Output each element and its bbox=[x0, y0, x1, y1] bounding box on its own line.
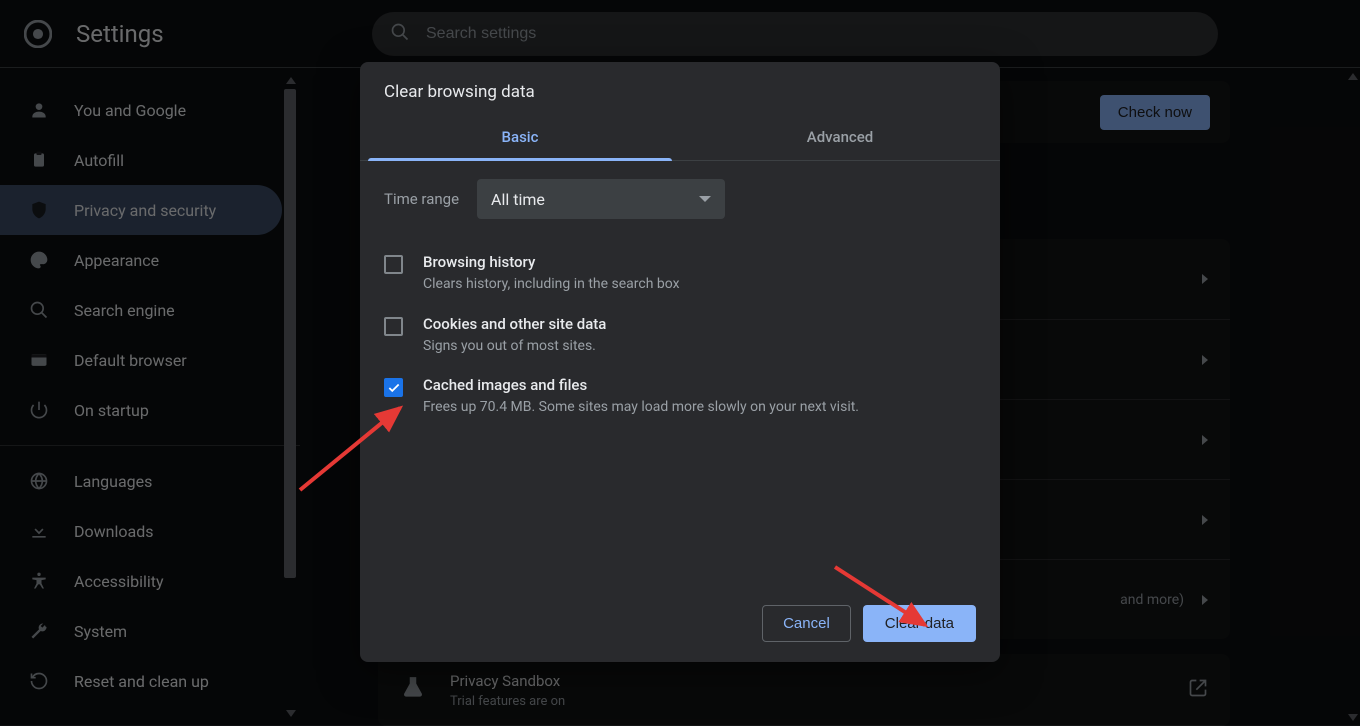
sidebar-item-downloads[interactable]: Downloads bbox=[0, 506, 282, 556]
sidebar-item-label: Privacy and security bbox=[74, 201, 216, 220]
sidebar-item-label: You and Google bbox=[74, 101, 186, 120]
sidebar-item-reset-and-clean-up[interactable]: Reset and clean up bbox=[0, 656, 282, 706]
restore-icon bbox=[28, 670, 50, 692]
globe-icon bbox=[28, 470, 50, 492]
main-scrollbar[interactable] bbox=[1344, 69, 1360, 725]
sidebar-item-label: On startup bbox=[74, 401, 149, 420]
option-description: Clears history, including in the search … bbox=[423, 275, 680, 295]
settings-sidebar: You and Google Autofill Privacy and securi… bbox=[0, 69, 300, 725]
flask-icon bbox=[400, 675, 426, 705]
palette-icon bbox=[28, 249, 50, 271]
clear-data-button[interactable]: Clear data bbox=[863, 605, 976, 642]
app-header: Settings bbox=[0, 0, 1360, 68]
shield-icon bbox=[28, 199, 50, 221]
scroll-up-icon[interactable] bbox=[1348, 73, 1358, 80]
sidebar-item-label: Autofill bbox=[74, 151, 124, 170]
sidebar-item-label: Reset and clean up bbox=[74, 672, 209, 691]
scroll-down-icon[interactable] bbox=[1348, 714, 1358, 721]
checkbox-browsing-history[interactable] bbox=[384, 255, 403, 274]
chevron-right-icon bbox=[1202, 274, 1208, 284]
scroll-thumb[interactable] bbox=[284, 89, 296, 578]
dialog-body: Time range All time Browsing history Clea… bbox=[360, 161, 1000, 589]
cancel-button[interactable]: Cancel bbox=[762, 605, 851, 642]
chevron-right-icon bbox=[1202, 595, 1208, 605]
search-input[interactable] bbox=[424, 24, 1200, 44]
time-range-value: All time bbox=[491, 190, 545, 209]
sidebar-item-appearance[interactable]: Appearance bbox=[0, 235, 282, 285]
search-settings-field[interactable] bbox=[372, 12, 1218, 56]
tab-basic[interactable]: Basic bbox=[360, 114, 680, 160]
search-icon bbox=[28, 299, 50, 321]
search-icon bbox=[390, 22, 410, 46]
dialog-footer: Cancel Clear data bbox=[360, 589, 1000, 662]
sidebar-item-label: Search engine bbox=[74, 301, 175, 320]
clear-option-cached-images-and-files: Cached images and files Frees up 70.4 MB.… bbox=[384, 366, 976, 428]
check-now-button[interactable]: Check now bbox=[1100, 95, 1210, 130]
wrench-icon bbox=[28, 620, 50, 642]
option-title: Cached images and files bbox=[423, 376, 859, 394]
scroll-up-icon[interactable] bbox=[286, 77, 296, 84]
person-icon bbox=[28, 99, 50, 121]
chevron-right-icon bbox=[1202, 435, 1208, 445]
checkbox-cached-images-and-files[interactable] bbox=[384, 378, 403, 397]
time-range-row: Time range All time bbox=[384, 179, 976, 219]
scroll-down-icon[interactable] bbox=[286, 710, 296, 717]
sidebar-item-search-engine[interactable]: Search engine bbox=[0, 285, 282, 335]
clear-option-browsing-history: Browsing history Clears history, includin… bbox=[384, 243, 976, 305]
option-title: Browsing history bbox=[423, 253, 680, 271]
sidebar-item-you-and-google[interactable]: You and Google bbox=[0, 85, 282, 135]
clear-browsing-data-dialog: Clear browsing data Basic Advanced Time … bbox=[360, 62, 1000, 662]
sidebar-item-autofill[interactable]: Autofill bbox=[0, 135, 282, 185]
sidebar-scrollbar[interactable] bbox=[284, 75, 296, 719]
sidebar-item-accessibility[interactable]: Accessibility bbox=[0, 556, 282, 606]
checkbox-cookies-and-other-site-data[interactable] bbox=[384, 317, 403, 336]
sidebar-item-system[interactable]: System bbox=[0, 606, 282, 656]
time-range-select[interactable]: All time bbox=[477, 179, 725, 219]
browser-icon bbox=[28, 349, 50, 371]
chevron-down-icon bbox=[699, 196, 711, 202]
option-description: Signs you out of most sites. bbox=[423, 337, 606, 357]
sidebar-item-label: System bbox=[74, 622, 127, 641]
option-title: Cookies and other site data bbox=[423, 315, 606, 333]
clear-option-cookies-and-other-site-data: Cookies and other site data Signs you out… bbox=[384, 305, 976, 367]
dialog-title: Clear browsing data bbox=[360, 62, 1000, 114]
sidebar-item-privacy-and-security[interactable]: Privacy and security bbox=[0, 185, 282, 235]
tab-advanced[interactable]: Advanced bbox=[680, 114, 1000, 160]
chrome-logo-icon bbox=[24, 20, 52, 48]
sidebar-item-label: Default browser bbox=[74, 351, 187, 370]
row-text: and more) bbox=[1120, 592, 1184, 608]
sidebar-item-label: Downloads bbox=[74, 522, 153, 541]
external-link-icon bbox=[1188, 678, 1208, 702]
sandbox-subtitle: Trial features are on bbox=[450, 694, 565, 709]
chevron-right-icon bbox=[1202, 355, 1208, 365]
dialog-tabs: Basic Advanced bbox=[360, 114, 1000, 161]
page-title: Settings bbox=[76, 20, 164, 48]
sidebar-item-label: Accessibility bbox=[74, 572, 164, 591]
clipboard-icon bbox=[28, 149, 50, 171]
sidebar-item-default-browser[interactable]: Default browser bbox=[0, 335, 282, 385]
sidebar-item-languages[interactable]: Languages bbox=[0, 456, 282, 506]
sandbox-title: Privacy Sandbox bbox=[450, 672, 565, 690]
option-description: Frees up 70.4 MB. Some sites may load mo… bbox=[423, 398, 859, 418]
sidebar-item-on-startup[interactable]: On startup bbox=[0, 385, 282, 435]
chevron-right-icon bbox=[1202, 515, 1208, 525]
sidebar-divider bbox=[0, 445, 300, 446]
privacy-sandbox-row[interactable]: Privacy Sandbox Trial features are on bbox=[378, 654, 1230, 726]
accessibility-icon bbox=[28, 570, 50, 592]
time-range-label: Time range bbox=[384, 190, 459, 208]
power-icon bbox=[28, 399, 50, 421]
download-icon bbox=[28, 520, 50, 542]
sidebar-item-label: Appearance bbox=[74, 251, 159, 270]
sidebar-item-label: Languages bbox=[74, 472, 152, 491]
